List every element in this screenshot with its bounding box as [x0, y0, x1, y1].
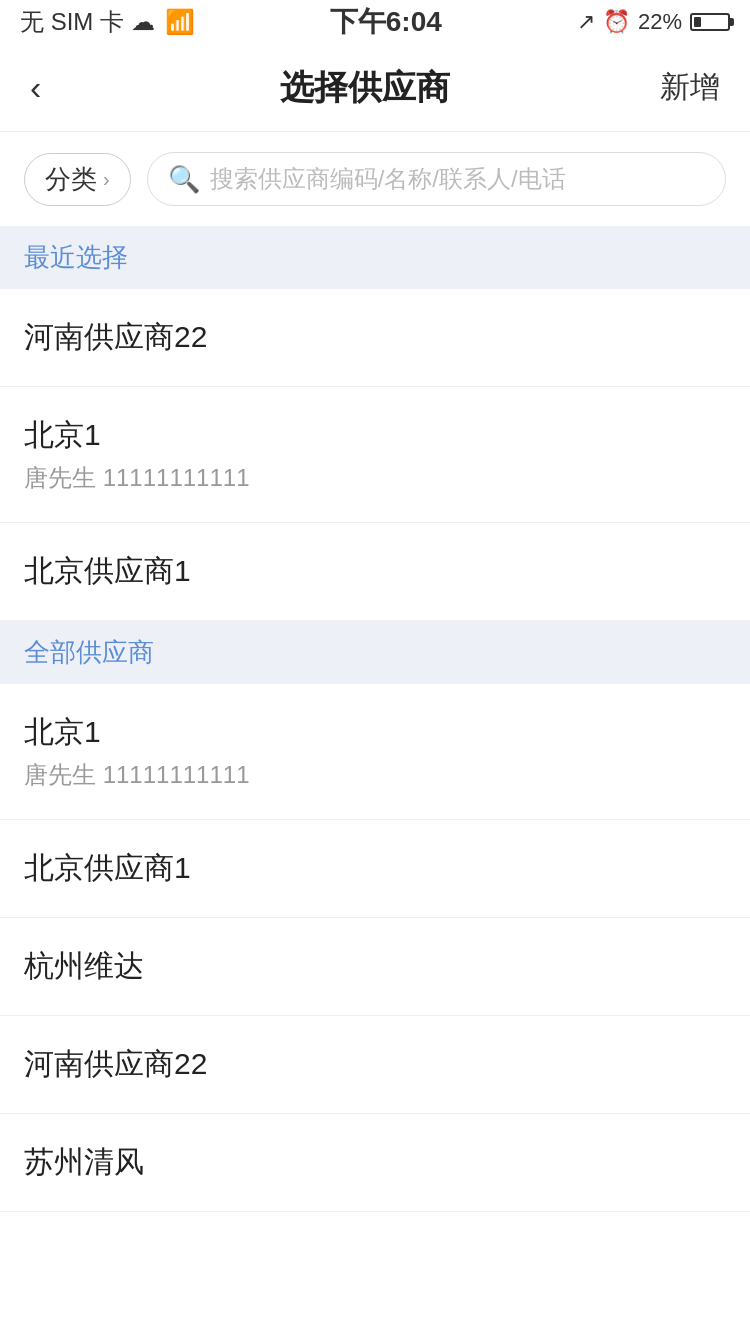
status-right: ↗ ⏰ 22%: [577, 9, 730, 35]
recent-list-item[interactable]: 河南供应商22: [0, 289, 750, 387]
wifi-icon: 📶: [165, 8, 195, 36]
all-list-item[interactable]: 杭州维达: [0, 918, 750, 1016]
alarm-icon: ⏰: [603, 9, 630, 35]
recent-section-header: 最近选择: [0, 226, 750, 289]
search-placeholder: 搜索供应商编码/名称/联系人/电话: [210, 163, 566, 195]
battery-icon: [690, 13, 730, 31]
location-icon: ↗: [577, 9, 595, 35]
status-time: 下午6:04: [330, 3, 442, 41]
category-filter-button[interactable]: 分类 ›: [24, 153, 131, 206]
chevron-right-icon: ›: [103, 168, 110, 191]
item-name: 河南供应商22: [24, 317, 726, 358]
battery-percent: 22%: [638, 9, 682, 35]
recent-list-item[interactable]: 北京1 唐先生 11111111111: [0, 387, 750, 523]
item-sub: 唐先生 11111111111: [24, 462, 726, 494]
search-icon: 🔍: [168, 164, 200, 195]
all-list-item[interactable]: 苏州清风: [0, 1114, 750, 1212]
sim-status: 无 SIM 卡 ☁: [20, 6, 155, 38]
item-name: 北京供应商1: [24, 848, 726, 889]
all-list-item[interactable]: 河南供应商22: [0, 1016, 750, 1114]
search-area: 分类 › 🔍 搜索供应商编码/名称/联系人/电话: [0, 132, 750, 226]
all-section-header: 全部供应商: [0, 621, 750, 684]
recent-list: 河南供应商22 北京1 唐先生 11111111111 北京供应商1: [0, 289, 750, 621]
status-bar: 无 SIM 卡 ☁ 📶 下午6:04 ↗ ⏰ 22%: [0, 0, 750, 44]
item-name: 杭州维达: [24, 946, 726, 987]
recent-list-item[interactable]: 北京供应商1: [0, 523, 750, 621]
search-box[interactable]: 🔍 搜索供应商编码/名称/联系人/电话: [147, 152, 726, 206]
item-name: 北京1: [24, 415, 726, 456]
back-button[interactable]: ‹: [30, 68, 90, 107]
category-label: 分类: [45, 162, 97, 197]
add-button[interactable]: 新增: [640, 67, 720, 108]
item-name: 北京供应商1: [24, 551, 726, 592]
status-left: 无 SIM 卡 ☁ 📶: [20, 6, 195, 38]
all-list: 北京1 唐先生 11111111111 北京供应商1 杭州维达河南供应商22 苏州清风: [0, 684, 750, 1212]
item-name: 北京1: [24, 712, 726, 753]
item-sub: 唐先生 11111111111: [24, 759, 726, 791]
page-title: 选择供应商: [280, 65, 450, 111]
nav-bar: ‹ 选择供应商 新增: [0, 44, 750, 132]
all-list-item[interactable]: 北京供应商1: [0, 820, 750, 918]
item-name: 河南供应商22: [24, 1044, 726, 1085]
all-list-item[interactable]: 北京1 唐先生 11111111111: [0, 684, 750, 820]
item-name: 苏州清风: [24, 1142, 726, 1183]
